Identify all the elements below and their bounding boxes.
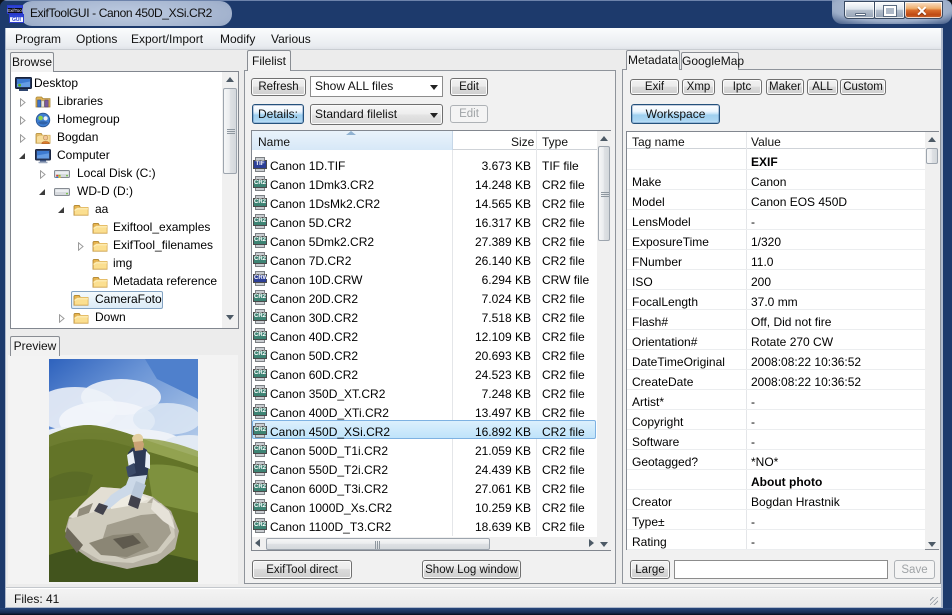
svg-text:GUI: GUI — [12, 17, 22, 23]
svg-text:ExifTool: ExifTool — [7, 8, 22, 13]
